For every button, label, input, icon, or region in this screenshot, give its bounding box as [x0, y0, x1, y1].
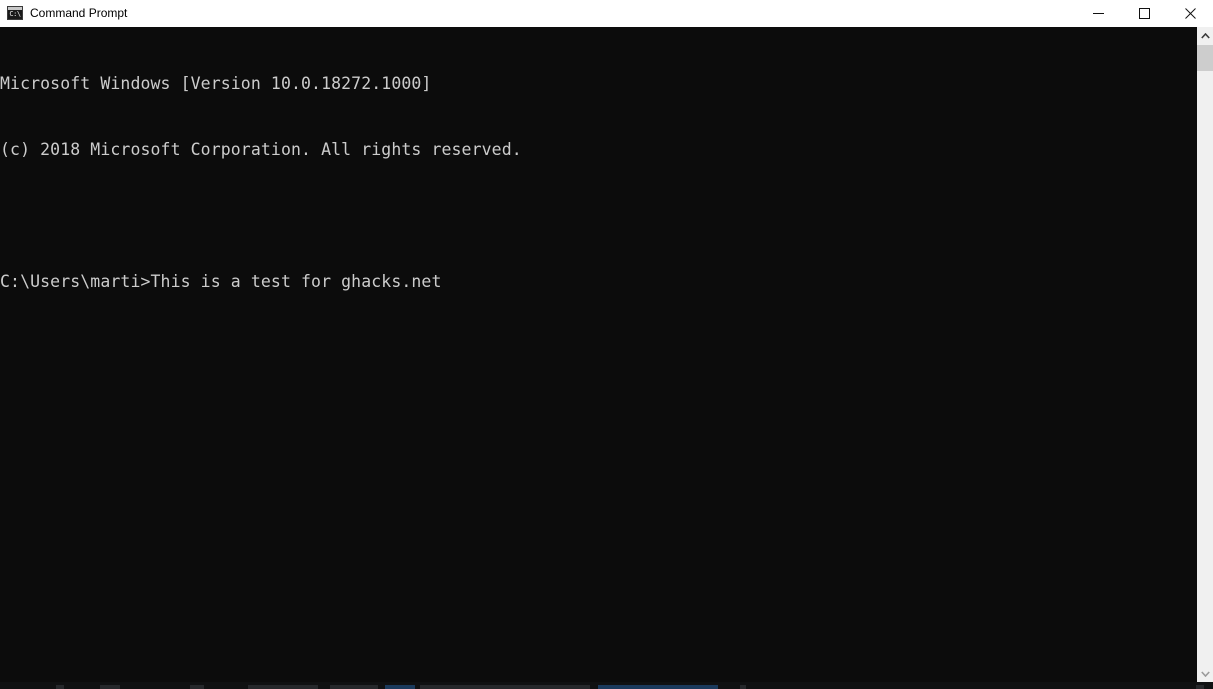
- maximize-icon: [1138, 8, 1150, 19]
- scroll-up-button[interactable]: [1197, 27, 1213, 44]
- taskbar-item[interactable]: [56, 685, 64, 689]
- taskbar-sliver[interactable]: [0, 682, 1213, 689]
- console-line: C:\Users\marti>This is a test for ghacks…: [0, 272, 442, 291]
- taskbar-item[interactable]: [1196, 685, 1204, 689]
- taskbar-item-active[interactable]: [598, 685, 718, 689]
- console-icon-prompt-text: C:\: [9, 9, 21, 18]
- console-line: (c) 2018 Microsoft Corporation. All righ…: [0, 140, 522, 159]
- titlebar[interactable]: C:\ Command Prompt: [0, 0, 1213, 27]
- chevron-down-icon: [1200, 670, 1210, 677]
- taskbar-item[interactable]: [420, 685, 590, 689]
- console-text: Microsoft Windows [Version 10.0.18272.10…: [0, 29, 522, 337]
- scrollbar-track[interactable]: [1197, 71, 1213, 665]
- taskbar-item[interactable]: [100, 685, 120, 689]
- taskbar-item[interactable]: [740, 685, 746, 689]
- console-line: Microsoft Windows [Version 10.0.18272.10…: [0, 74, 432, 93]
- window-controls: [1075, 0, 1213, 27]
- taskbar-item[interactable]: [248, 685, 318, 689]
- console-output-area[interactable]: Microsoft Windows [Version 10.0.18272.10…: [0, 27, 1197, 682]
- chevron-up-icon: [1200, 32, 1210, 39]
- command-prompt-icon[interactable]: C:\: [7, 5, 23, 22]
- close-button[interactable]: [1167, 0, 1213, 27]
- taskbar-item-active[interactable]: [385, 685, 415, 689]
- minimize-icon: [1092, 13, 1104, 14]
- vertical-scrollbar[interactable]: [1197, 27, 1213, 682]
- taskbar-item[interactable]: [190, 685, 204, 689]
- scroll-down-button[interactable]: [1197, 665, 1213, 682]
- scrollbar-thumb[interactable]: [1197, 45, 1213, 71]
- command-prompt-window: C:\ Command Prompt Microsoft Windows [Ve…: [0, 0, 1213, 682]
- minimize-button[interactable]: [1075, 0, 1121, 27]
- maximize-button[interactable]: [1121, 0, 1167, 27]
- window-title: Command Prompt: [30, 6, 128, 20]
- taskbar-item[interactable]: [330, 685, 378, 689]
- close-icon: [1184, 8, 1196, 19]
